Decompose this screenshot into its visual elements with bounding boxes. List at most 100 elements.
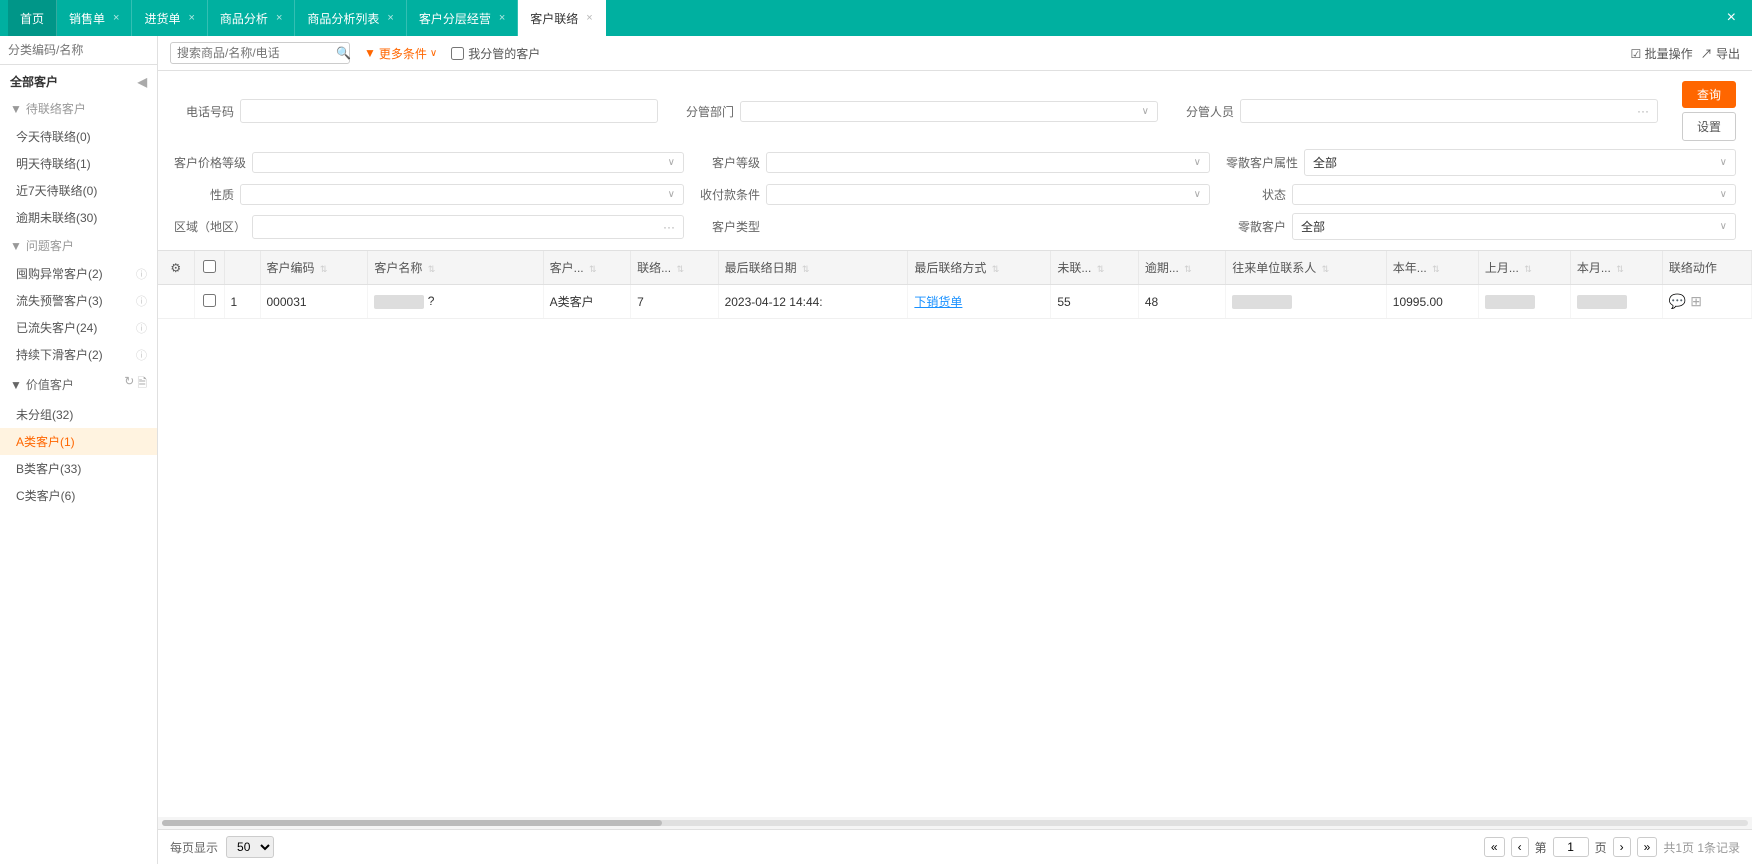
th-last-contact-date[interactable]: 最后联络日期 ⇅ bbox=[718, 251, 908, 285]
sidebar-item-declining[interactable]: 持续下滑客户(2) ⓘ bbox=[0, 341, 157, 368]
tab-goods-analysis-list[interactable]: 商品分析列表 × bbox=[295, 0, 406, 36]
th-last-month[interactable]: 上月... ⇅ bbox=[1478, 251, 1570, 285]
toolbar-search-icon[interactable]: 🔍 bbox=[336, 46, 351, 60]
filter-customer-level: 客户等级 ∨ bbox=[700, 152, 1210, 173]
last-page-button[interactable]: » bbox=[1637, 837, 1658, 857]
horizontal-scrollbar[interactable] bbox=[158, 817, 1752, 829]
th-name[interactable]: 客户名称 ⇅ bbox=[368, 251, 543, 285]
sidebar-item-c-class[interactable]: C类客户(6) bbox=[0, 482, 157, 509]
retail-customer-chevron-icon: ∨ bbox=[1720, 221, 1727, 232]
settings-gear-icon[interactable]: ⚙ bbox=[170, 261, 181, 275]
batch-operation-button[interactable]: ☑ 批量操作 bbox=[1631, 45, 1693, 62]
row-qr-icon[interactable]: ⊞ bbox=[1690, 293, 1702, 310]
th-this-year[interactable]: 本年... ⇅ bbox=[1386, 251, 1478, 285]
sidebar-item-tomorrow-pending[interactable]: 明天待联络(1) bbox=[0, 150, 157, 177]
filter-retail-attr-select[interactable]: 全部 ∨ bbox=[1304, 149, 1736, 176]
filter-dept-select[interactable]: ∨ bbox=[740, 101, 1158, 122]
last-contact-date-sort-icon: ⇅ bbox=[802, 264, 810, 274]
filter-retail-customer-select[interactable]: 全部 ∨ bbox=[1292, 213, 1736, 240]
filter-payment-select[interactable]: ∨ bbox=[766, 184, 1210, 205]
table-row: 1 000031 ? A类客户 7 bbox=[158, 285, 1752, 319]
th-type[interactable]: 客户... ⇅ bbox=[543, 251, 630, 285]
close-goods-analysis-tab[interactable]: × bbox=[276, 12, 282, 24]
sidebar-item-7day-pending[interactable]: 近7天待联络(0) bbox=[0, 177, 157, 204]
sidebar-item-b-class[interactable]: B类客户(33) bbox=[0, 455, 157, 482]
th-overdue[interactable]: 逾期... ⇅ bbox=[1138, 251, 1225, 285]
filter-customer-type: 客户类型 bbox=[700, 218, 1210, 235]
export-button[interactable]: ↗ 导出 bbox=[1701, 45, 1740, 62]
page-label-prefix: 第 bbox=[1535, 839, 1547, 856]
filter-customer-level-select[interactable]: ∨ bbox=[766, 152, 1210, 173]
filter-dept-label: 分管部门 bbox=[674, 103, 734, 120]
select-all-checkbox[interactable] bbox=[203, 260, 216, 273]
filter-row-1: 电话号码 分管部门 ∨ 分管人员 ··· bbox=[174, 81, 1736, 141]
filter-status-select[interactable]: ∨ bbox=[1292, 184, 1736, 205]
th-this-month[interactable]: 本月... ⇅ bbox=[1570, 251, 1662, 285]
pending-section-arrow: ▼ bbox=[10, 102, 22, 116]
filter-price-level-select[interactable]: ∨ bbox=[252, 152, 684, 173]
tab-purchase[interactable]: 进货单 × bbox=[132, 0, 207, 36]
prev-page-button[interactable]: ‹ bbox=[1511, 837, 1529, 857]
first-page-button[interactable]: « bbox=[1484, 837, 1505, 857]
sidebar-item-overdue-pending[interactable]: 逾期未联络(30) bbox=[0, 204, 157, 231]
sidebar-section-pending: ▼ 待联络客户 bbox=[0, 94, 157, 123]
filter-nature: 性质 ∨ bbox=[174, 184, 684, 205]
filter-manager-select[interactable]: ··· bbox=[1240, 99, 1658, 123]
row-checkbox[interactable] bbox=[203, 294, 216, 307]
filter-retail-customer-label: 零散客户 bbox=[1226, 218, 1286, 235]
th-no-contact[interactable]: 未联... ⇅ bbox=[1051, 251, 1138, 285]
tab-customer-tier[interactable]: 客户分层经营 × bbox=[407, 0, 518, 36]
name-sort-icon: ⇅ bbox=[428, 264, 436, 274]
query-button[interactable]: 查询 bbox=[1682, 81, 1736, 108]
sidebar-item-a-class[interactable]: A类客户(1) bbox=[0, 428, 157, 455]
close-sales-tab[interactable]: × bbox=[113, 12, 119, 24]
filter-payment-label: 收付款条件 bbox=[700, 186, 760, 203]
sidebar-item-churn-warning[interactable]: 流失预警客户(3) ⓘ bbox=[0, 287, 157, 314]
region-dots-icon[interactable]: ··· bbox=[663, 220, 675, 234]
sidebar-item-hoard-abnormal[interactable]: 囤购异常客户(2) ⓘ bbox=[0, 260, 157, 287]
row-code-cell: 000031 bbox=[260, 285, 368, 319]
page-label-suffix: 页 bbox=[1595, 839, 1607, 856]
th-contact[interactable]: 联络... ⇅ bbox=[631, 251, 718, 285]
scrollbar-thumb[interactable] bbox=[162, 820, 662, 826]
close-purchase-tab[interactable]: × bbox=[188, 12, 194, 24]
settings-button[interactable]: 设置 bbox=[1682, 112, 1736, 141]
my-customers-checkbox-area[interactable]: 我分管的客户 bbox=[451, 45, 540, 62]
sidebar-item-today-pending[interactable]: 今天待联络(0) bbox=[0, 123, 157, 150]
th-last-contact-method[interactable]: 最后联络方式 ⇅ bbox=[908, 251, 1051, 285]
filter-phone: 电话号码 bbox=[174, 99, 658, 123]
more-filter-button[interactable]: ▼ 更多条件 ∨ bbox=[358, 45, 443, 62]
th-settings[interactable]: ⚙ bbox=[158, 251, 194, 285]
filter-phone-input[interactable] bbox=[240, 99, 658, 123]
search-input[interactable] bbox=[177, 46, 332, 60]
close-customer-tier-tab[interactable]: × bbox=[499, 12, 505, 24]
close-goods-analysis-list-tab[interactable]: × bbox=[387, 12, 393, 24]
th-seq bbox=[224, 251, 260, 285]
next-page-button[interactable]: › bbox=[1613, 837, 1631, 857]
tab-home[interactable]: 首页 bbox=[8, 0, 57, 36]
chevron-down-icon: ∨ bbox=[430, 48, 437, 59]
filter-region-select[interactable]: ··· bbox=[252, 215, 684, 239]
tab-customer-contact[interactable]: 客户联络 × bbox=[518, 0, 605, 36]
tab-goods-analysis[interactable]: 商品分析 × bbox=[208, 0, 295, 36]
sidebar-item-ungrouped[interactable]: 未分组(32) bbox=[0, 401, 157, 428]
row-chat-icon[interactable]: 💬 bbox=[1669, 293, 1686, 310]
sidebar-collapse-icon[interactable]: ◀ bbox=[138, 75, 147, 89]
sidebar-item-churned[interactable]: 已流失客户(24) ⓘ bbox=[0, 314, 157, 341]
th-code[interactable]: 客户编码 ⇅ bbox=[260, 251, 368, 285]
manager-dots-icon[interactable]: ··· bbox=[1637, 104, 1649, 118]
my-customers-checkbox[interactable] bbox=[451, 47, 464, 60]
window-close-button[interactable]: × bbox=[1719, 9, 1744, 27]
add-group-icon[interactable]: 🗎 bbox=[137, 374, 147, 395]
sidebar-search-input[interactable] bbox=[8, 43, 158, 57]
refresh-icon[interactable]: ↻ bbox=[124, 374, 134, 395]
page-size-select[interactable]: 50 bbox=[226, 836, 274, 858]
page-number-input[interactable] bbox=[1553, 837, 1589, 857]
th-last-unit-contact[interactable]: 往来单位联系人 ⇅ bbox=[1226, 251, 1386, 285]
last-month-blurred bbox=[1485, 295, 1535, 309]
filter-nature-select[interactable]: ∨ bbox=[240, 184, 684, 205]
tab-sales[interactable]: 销售单 × bbox=[57, 0, 132, 36]
row-last-contact-date-cell: 2023-04-12 14:44: bbox=[718, 285, 908, 319]
close-customer-contact-tab[interactable]: × bbox=[586, 12, 592, 24]
last-contact-method-link[interactable]: 下销货单 bbox=[914, 295, 962, 309]
